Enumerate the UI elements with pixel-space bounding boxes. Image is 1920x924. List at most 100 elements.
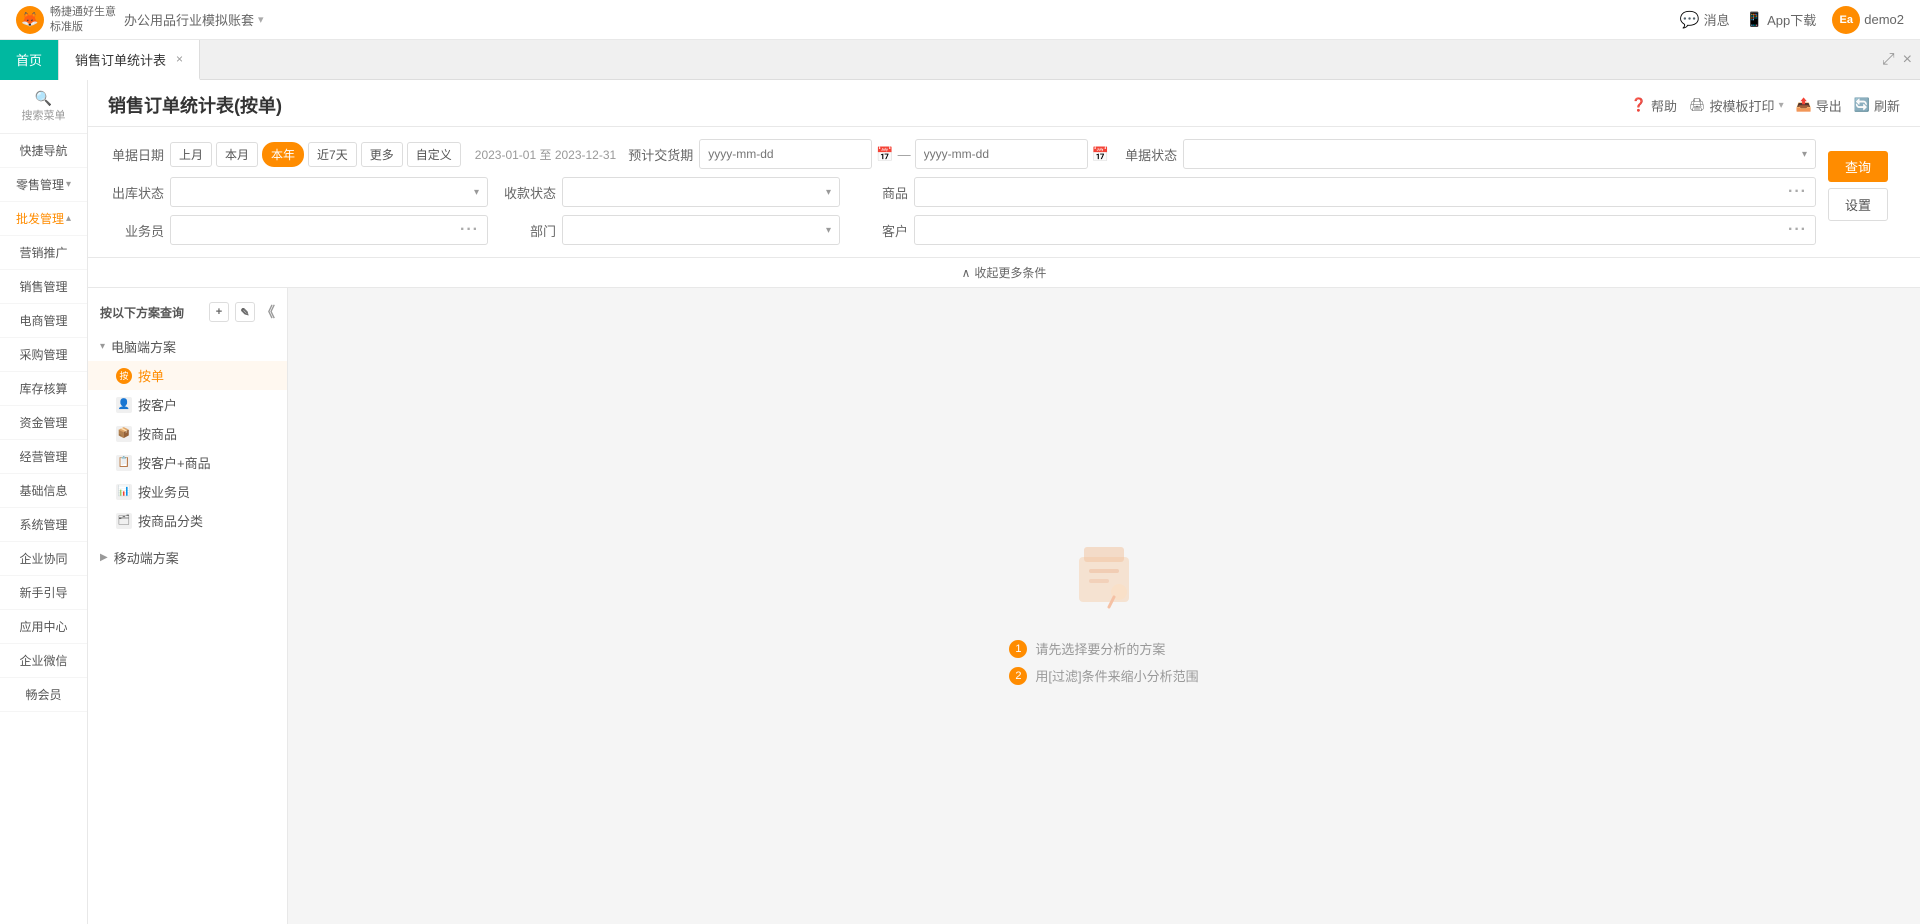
user-profile[interactable]: Ea demo2 bbox=[1832, 6, 1904, 34]
left-panel-icons: + ✎ 《 bbox=[209, 302, 275, 322]
window-close-icon[interactable]: × bbox=[1903, 51, 1912, 69]
pay-status-cell: 收款状态 ▾ bbox=[500, 177, 840, 207]
date-range-text: 2023-01-01 至 2023-12-31 bbox=[475, 146, 616, 163]
date-label: 单据日期 bbox=[108, 145, 164, 164]
sidebar-item-retail[interactable]: 零售管理 ▾ bbox=[0, 168, 87, 202]
sidebar-item-wholesale[interactable]: 批发管理 ▴ bbox=[0, 202, 87, 236]
left-panel-header: 按以下方案查询 + ✎ 《 bbox=[88, 296, 287, 328]
sidebar-item-ecom[interactable]: 电商管理 bbox=[0, 304, 87, 338]
date-btn-7days[interactable]: 近7天 bbox=[308, 142, 357, 167]
empty-tip-1: 1 请先选择要分析的方案 bbox=[1009, 639, 1198, 658]
print-button[interactable]: 🖨 按模板打印 ▾ bbox=[1689, 96, 1784, 115]
help-icon: ❓ bbox=[1631, 97, 1647, 113]
collapse-panel-button[interactable]: 《 bbox=[261, 302, 275, 322]
sidebar-item-ops[interactable]: 经营管理 bbox=[0, 440, 87, 474]
scheme-by-customer-goods[interactable]: 📋 按客户+商品 bbox=[88, 448, 287, 477]
breadcrumb[interactable]: 办公用品行业模拟账套 ▾ bbox=[124, 10, 264, 29]
status-select-arrow: ▾ bbox=[1802, 149, 1807, 160]
sidebar-item-basics[interactable]: 基础信息 bbox=[0, 474, 87, 508]
salesman-cell: 业务员 ··· bbox=[108, 215, 488, 245]
scheme-cust-goods-icon: 📋 bbox=[116, 455, 132, 471]
query-button[interactable]: 查询 bbox=[1828, 151, 1888, 182]
refresh-icon: 🔄 bbox=[1854, 97, 1870, 113]
goods-dots[interactable]: ··· bbox=[1788, 183, 1807, 201]
edit-scheme-button[interactable]: ✎ bbox=[235, 302, 255, 322]
help-button[interactable]: ❓ 帮助 bbox=[1631, 96, 1677, 115]
sidebar-item-enterprise[interactable]: 企业协同 bbox=[0, 542, 87, 576]
sidebar-item-purchase[interactable]: 采购管理 bbox=[0, 338, 87, 372]
avatar: Ea bbox=[1832, 6, 1860, 34]
scheme-by-goods[interactable]: 📦 按商品 bbox=[88, 419, 287, 448]
main-layout: 🔍 搜索菜单 快捷导航 零售管理 ▾ 批发管理 ▴ 营销推广 销售管理 电商管理… bbox=[0, 80, 1920, 924]
customer-cell: 客户 ··· bbox=[852, 215, 1816, 245]
message-icon: 💬 bbox=[1680, 10, 1700, 30]
customer-dots[interactable]: ··· bbox=[1788, 221, 1807, 239]
settings-button[interactable]: 设置 bbox=[1828, 188, 1888, 221]
dept-cell: 部门 ▾ bbox=[500, 215, 840, 245]
date-btn-this-year[interactable]: 本年 bbox=[262, 142, 304, 167]
export-button[interactable]: 📤 导出 bbox=[1796, 96, 1842, 115]
sidebar-item-app-center[interactable]: 应用中心 bbox=[0, 610, 87, 644]
print-dropdown-icon[interactable]: ▾ bbox=[1779, 100, 1784, 111]
sidebar-item-system[interactable]: 系统管理 bbox=[0, 508, 87, 542]
chevron-icon: ▴ bbox=[66, 213, 71, 224]
chevron-icon: ▾ bbox=[66, 179, 71, 190]
tab-sales-order-stats[interactable]: 销售订单统计表 × bbox=[59, 40, 200, 80]
search-icon: 🔍 bbox=[35, 90, 52, 106]
mobile-scheme-label: 移动端方案 bbox=[114, 548, 179, 567]
message-button[interactable]: 💬 消息 bbox=[1680, 10, 1730, 30]
sidebar-item-new-guide[interactable]: 新手引导 bbox=[0, 576, 87, 610]
calendar-to-icon[interactable]: 📅 bbox=[1092, 146, 1109, 163]
status-select[interactable]: ▾ bbox=[1183, 139, 1816, 169]
desktop-scheme-label: 电脑端方案 bbox=[111, 337, 176, 356]
date-filter-cell: 单据日期 上月 本月 本年 近7天 更多 自定义 2023-01-01 至 20… bbox=[108, 142, 616, 167]
content-area: 销售订单统计表(按单) ❓ 帮助 🖨 按模板打印 ▾ 📤 导出 🔄 刷新 bbox=[88, 80, 1920, 924]
order-status-cell: 单据状态 ▾ bbox=[1121, 139, 1816, 169]
scheme-by-order[interactable]: 按 按单 bbox=[88, 361, 287, 390]
date-btn-custom[interactable]: 自定义 bbox=[407, 142, 461, 167]
sidebar-item-finance[interactable]: 资金管理 bbox=[0, 406, 87, 440]
goods-cell: 商品 ··· bbox=[852, 177, 1816, 207]
sidebar-item-enterprise-wechat[interactable]: 企业微信 bbox=[0, 644, 87, 678]
tab-close-icon[interactable]: × bbox=[176, 52, 183, 66]
sidebar-item-member[interactable]: 畅会员 bbox=[0, 678, 87, 712]
export-icon: 📤 bbox=[1796, 97, 1812, 113]
desktop-scheme-header[interactable]: ▾ 电脑端方案 bbox=[88, 332, 287, 361]
sidebar-item-quicknav[interactable]: 快捷导航 bbox=[0, 134, 87, 168]
pay-status-select[interactable]: ▾ bbox=[562, 177, 840, 207]
print-icon: 🖨 bbox=[1689, 97, 1706, 113]
ship-select-arrow: ▾ bbox=[474, 187, 479, 198]
topbar-right: 💬 消息 📱 App下载 Ea demo2 bbox=[1680, 6, 1904, 34]
date-btn-more[interactable]: 更多 bbox=[361, 142, 403, 167]
sidebar-search[interactable]: 🔍 搜索菜单 bbox=[0, 80, 87, 134]
scheme-by-goods-cat[interactable]: 🗂 按商品分类 bbox=[88, 506, 287, 535]
ship-status-select[interactable]: ▾ bbox=[170, 177, 488, 207]
salesman-dots[interactable]: ··· bbox=[460, 221, 479, 239]
tab-home[interactable]: 首页 bbox=[0, 40, 59, 80]
sidebar-item-inventory[interactable]: 库存核算 bbox=[0, 372, 87, 406]
status-label: 单据状态 bbox=[1121, 145, 1177, 164]
date-btn-this-month[interactable]: 本月 bbox=[216, 142, 258, 167]
calendar-from-icon[interactable]: 📅 bbox=[876, 146, 893, 163]
left-panel: 按以下方案查询 + ✎ 《 ▾ 电脑端方案 按 按单 bbox=[88, 288, 288, 924]
collapse-bar[interactable]: ∧ 收起更多条件 bbox=[88, 258, 1920, 288]
mobile-scheme-header[interactable]: ▶ 移动端方案 bbox=[88, 543, 287, 572]
window-restore-icon[interactable]: ⤢ bbox=[1882, 51, 1895, 69]
query-buttons: 查询 设置 bbox=[1824, 139, 1900, 233]
refresh-button[interactable]: 🔄 刷新 bbox=[1854, 96, 1900, 115]
date-btn-last-month[interactable]: 上月 bbox=[170, 142, 212, 167]
desktop-scheme-section: ▾ 电脑端方案 按 按单 👤 按客户 📦 按商品 bbox=[88, 328, 287, 539]
app-download-button[interactable]: 📱 App下载 bbox=[1746, 10, 1817, 29]
scheme-customer-icon: 👤 bbox=[116, 397, 132, 413]
expected-date-from-input[interactable] bbox=[699, 139, 872, 169]
logo-icon: 🦊 bbox=[16, 6, 44, 34]
expected-date-to-input[interactable] bbox=[915, 139, 1088, 169]
sidebar-item-marketing[interactable]: 营销推广 bbox=[0, 236, 87, 270]
dept-select[interactable]: ▾ bbox=[562, 215, 840, 245]
scheme-by-customer[interactable]: 👤 按客户 bbox=[88, 390, 287, 419]
add-scheme-button[interactable]: + bbox=[209, 302, 229, 322]
sidebar-item-sales[interactable]: 销售管理 bbox=[0, 270, 87, 304]
sidebar: 🔍 搜索菜单 快捷导航 零售管理 ▾ 批发管理 ▴ 营销推广 销售管理 电商管理… bbox=[0, 80, 88, 924]
scheme-by-salesman[interactable]: 📊 按业务员 bbox=[88, 477, 287, 506]
mobile-toggle-icon: ▶ bbox=[100, 552, 108, 563]
